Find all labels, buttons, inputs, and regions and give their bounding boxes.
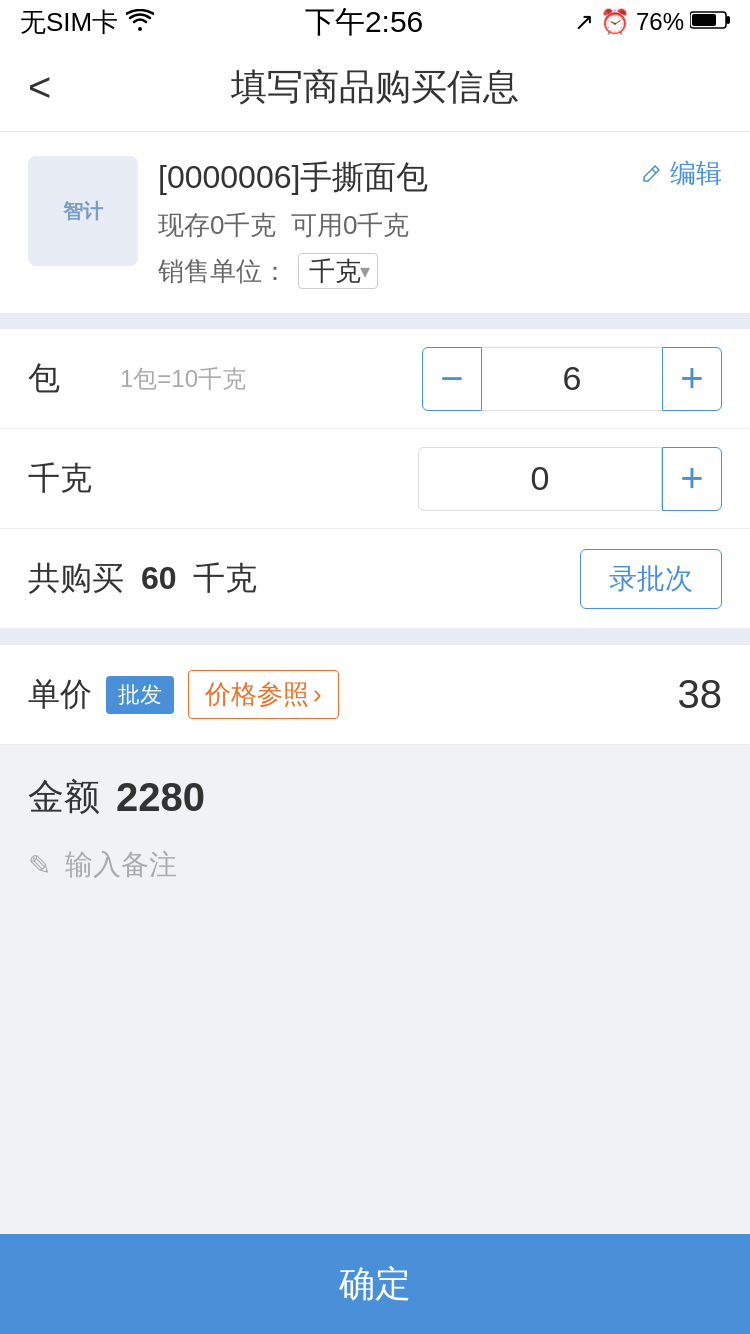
unit-select[interactable]: 千克 — [298, 253, 378, 289]
product-stock: 现存0千克 可用0千克 — [158, 208, 722, 243]
price-value: 38 — [678, 672, 723, 717]
remark-placeholder: 输入备注 — [65, 846, 177, 884]
bao-qty-input[interactable] — [482, 347, 662, 411]
carrier-label: 无SIM卡 — [20, 5, 118, 40]
back-button[interactable]: < — [28, 65, 51, 110]
price-label: 单价 — [28, 673, 92, 717]
kg-label: 千克 — [28, 457, 108, 501]
svg-line-3 — [652, 169, 656, 173]
price-ref-arrow: › — [313, 679, 322, 710]
unit-select-wrap[interactable]: 千克 — [298, 253, 378, 289]
svg-rect-2 — [692, 14, 716, 26]
status-time: 下午2:56 — [305, 2, 423, 43]
kg-row: 千克 + — [0, 429, 750, 529]
bao-hint: 1包=10千克 — [120, 363, 422, 395]
divider-2 — [0, 629, 750, 645]
bao-label: 包 — [28, 357, 108, 401]
battery-label: 76% — [636, 8, 684, 36]
price-tag: 批发 — [106, 676, 174, 714]
edit-label: 编辑 — [670, 156, 722, 191]
status-right: ↗ ⏰ 76% — [574, 8, 730, 36]
amount-section: 金额 2280 ✎ 输入备注 — [0, 745, 750, 912]
remark-icon: ✎ — [28, 849, 51, 882]
price-section: 单价 批发 价格参照 › 38 — [0, 645, 750, 745]
battery-icon — [690, 8, 730, 36]
kg-qty-input[interactable] — [418, 447, 662, 511]
input-section: 包 1包=10千克 − + 千克 + — [0, 329, 750, 529]
total-qty: 60 — [141, 560, 177, 596]
wifi-icon — [126, 7, 154, 38]
price-ref-label: 价格参照 — [205, 677, 309, 712]
bao-plus-button[interactable]: + — [662, 347, 722, 411]
location-icon: ↗ — [574, 8, 594, 36]
confirm-label: 确定 — [339, 1260, 411, 1309]
bao-minus-button[interactable]: − — [422, 347, 482, 411]
product-name: [0000006]手撕面包 — [158, 156, 428, 200]
bao-qty-control: − + — [422, 347, 722, 411]
product-unit-row: 销售单位： 千克 — [158, 253, 722, 289]
nav-bar: < 填写商品购买信息 — [0, 44, 750, 132]
svg-rect-1 — [726, 16, 730, 24]
total-text: 共购买 60 千克 — [28, 557, 580, 601]
bao-row: 包 1包=10千克 − + — [0, 329, 750, 429]
edit-button[interactable]: 编辑 — [640, 156, 722, 191]
amount-row: 金额 2280 — [28, 773, 722, 822]
product-info: [0000006]手撕面包 编辑 现存0千克 可用0千克 销售单位： 千克 — [158, 156, 722, 289]
price-ref-button[interactable]: 价格参照 › — [188, 670, 339, 719]
amount-label: 金额 — [28, 773, 100, 822]
total-row: 共购买 60 千克 录批次 — [0, 529, 750, 629]
divider-1 — [0, 313, 750, 329]
batch-button[interactable]: 录批次 — [580, 549, 722, 609]
status-bar: 无SIM卡 下午2:56 ↗ ⏰ 76% — [0, 0, 750, 44]
status-left: 无SIM卡 — [20, 5, 154, 40]
kg-qty-control: + — [418, 447, 722, 511]
page-title: 填写商品购买信息 — [231, 63, 519, 112]
alarm-icon: ⏰ — [600, 8, 630, 36]
product-card: 智计 [0000006]手撕面包 编辑 现存0千克 可用0千克 销售单位： — [0, 132, 750, 313]
remark-row[interactable]: ✎ 输入备注 — [28, 846, 722, 912]
kg-plus-button[interactable]: + — [662, 447, 722, 511]
amount-value: 2280 — [116, 775, 205, 820]
confirm-button[interactable]: 确定 — [0, 1234, 750, 1334]
product-thumbnail: 智计 — [28, 156, 138, 266]
